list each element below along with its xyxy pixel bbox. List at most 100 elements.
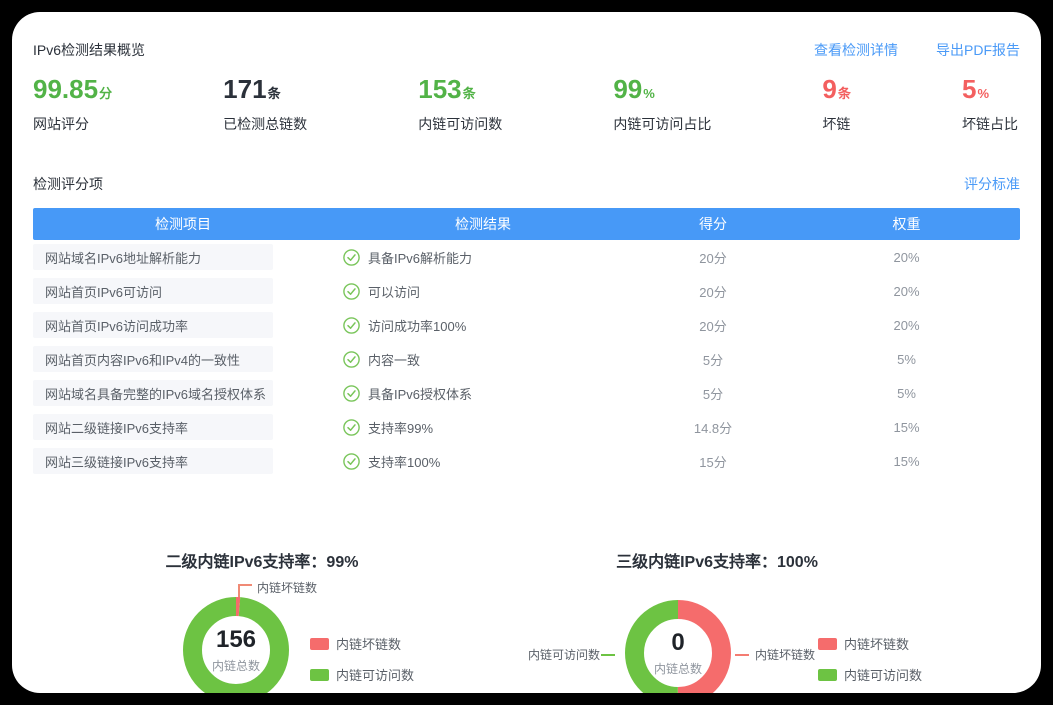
- cell-weight: 5%: [793, 352, 1020, 367]
- col-header-score: 得分: [633, 214, 793, 234]
- legend-swatch-red: [818, 638, 837, 650]
- stat-value: 153: [418, 74, 461, 104]
- legend-item-ok[interactable]: 内链可访问数: [310, 665, 414, 684]
- table-row: 网站域名具备完整的IPv6域名授权体系 具备IPv6授权体系5分5%: [33, 376, 1020, 410]
- stat-bad-ratio: 5% 坏链占比: [962, 74, 1018, 134]
- stat-unit: 分: [99, 86, 112, 101]
- chart-title-level2: 二级内链IPv6支持率：99%: [122, 548, 402, 572]
- cell-score: 5分: [633, 384, 793, 403]
- legend-level3: 内链坏链数 内链可访问数: [818, 634, 922, 684]
- scoring-standard-link[interactable]: 评分标准: [964, 174, 1020, 194]
- legend-label: 内链坏链数: [336, 634, 401, 653]
- check-circle-icon: [343, 249, 360, 266]
- legend-item-bad[interactable]: 内链坏链数: [818, 634, 922, 653]
- cell-item: 网站域名IPv6地址解析能力: [33, 244, 273, 270]
- cell-weight: 15%: [793, 454, 1020, 469]
- legend-swatch-green: [818, 669, 837, 681]
- legend-item-bad[interactable]: 内链坏链数: [310, 634, 414, 653]
- legend-label: 内链可访问数: [336, 665, 414, 684]
- stat-bad-links: 9条 坏链: [822, 74, 850, 134]
- check-circle-icon: [343, 317, 360, 334]
- cell-score: 15分: [633, 452, 793, 471]
- charts-area: 二级内链IPv6支持率：99% 内链坏链数 156 内链总数 内链可访问数 内链…: [33, 478, 1020, 693]
- table-row: 网站三级链接IPv6支持率 支持率100% 15分15%: [33, 444, 1020, 478]
- cell-item: 网站域名具备完整的IPv6域名授权体系: [33, 380, 273, 406]
- stat-label: 网站评分: [33, 114, 112, 134]
- cell-weight: 15%: [793, 420, 1020, 435]
- cell-result: 具备IPv6解析能力: [333, 248, 633, 267]
- stat-unit: %: [977, 86, 989, 101]
- stats-row: 99.85分 网站评分 171条 已检测总链数 153条 内链可访问数 99% …: [33, 74, 1020, 134]
- report-card: IPv6检测结果概览 查看检测详情 导出PDF报告 99.85分 网站评分 17…: [12, 12, 1041, 693]
- cell-item: 网站首页IPv6可访问: [33, 278, 273, 304]
- scoring-section-header: 检测评分项 评分标准: [33, 174, 1020, 194]
- result-text: 可以访问: [368, 282, 420, 301]
- stat-unit: 条: [463, 86, 476, 101]
- legend-item-ok[interactable]: 内链可访问数: [818, 665, 922, 684]
- stat-label: 坏链: [822, 114, 850, 134]
- cell-item: 网站三级链接IPv6支持率: [33, 448, 273, 474]
- donut-total-value: 0: [671, 629, 684, 657]
- cell-result: 支持率99%: [333, 418, 633, 437]
- legend-level2: 内链坏链数 内链可访问数: [310, 634, 414, 684]
- legend-label: 内链可访问数: [844, 665, 922, 684]
- donut-total-value: 156: [216, 626, 256, 654]
- export-pdf-link[interactable]: 导出PDF报告: [936, 40, 1020, 60]
- scoring-section-title: 检测评分项: [33, 174, 103, 194]
- cell-score: 20分: [633, 316, 793, 335]
- callout-line-bad: [735, 654, 749, 656]
- col-header-result: 检测结果: [333, 214, 633, 234]
- cell-score: 14.8分: [633, 418, 793, 437]
- cell-result: 支持率100%: [333, 452, 633, 471]
- table-row: 网站首页IPv6访问成功率 访问成功率100% 20分20%: [33, 308, 1020, 342]
- cell-item: 网站首页IPv6访问成功率: [33, 312, 273, 338]
- cell-item: 网站首页内容IPv6和IPv4的一致性: [33, 346, 273, 372]
- table-row: 网站二级链接IPv6支持率支持率99%14.8分15%: [33, 410, 1020, 444]
- stat-value: 99.85: [33, 74, 98, 104]
- check-circle-icon: [343, 419, 360, 436]
- stat-value: 5: [962, 74, 976, 104]
- result-text: 访问成功率100%: [368, 316, 466, 335]
- donut-total-label: 内链总数: [212, 657, 260, 674]
- col-header-item: 检测项目: [33, 214, 333, 234]
- donut-center-level2: 156 内链总数: [180, 594, 292, 693]
- cell-score: 20分: [633, 248, 793, 267]
- table-row: 网站首页内容IPv6和IPv4的一致性 内容一致 5分5%: [33, 342, 1020, 376]
- legend-swatch-red: [310, 638, 329, 650]
- cell-result: 具备IPv6授权体系: [333, 384, 633, 403]
- legend-swatch-green: [310, 669, 329, 681]
- stat-label: 内链可访问数: [418, 114, 502, 134]
- stat-site-score: 99.85分 网站评分: [33, 74, 112, 134]
- cell-weight: 20%: [793, 250, 1020, 265]
- check-circle-icon: [343, 351, 360, 368]
- stat-label: 已检测总链数: [223, 114, 307, 134]
- result-text: 支持率100%: [368, 452, 440, 471]
- donut-center-level3: 0 内链总数: [622, 597, 734, 693]
- callout-label-bad: 内链坏链数: [755, 646, 815, 663]
- result-text: 内容一致: [368, 350, 420, 369]
- stat-value: 9: [822, 74, 836, 104]
- cell-weight: 5%: [793, 386, 1020, 401]
- table-body: 网站域名IPv6地址解析能力具备IPv6解析能力20分20%网站首页IPv6可访…: [33, 240, 1020, 478]
- table-header: 检测项目 检测结果 得分 权重: [33, 208, 1020, 240]
- cell-weight: 20%: [793, 318, 1020, 333]
- stat-value: 99: [613, 74, 642, 104]
- cell-score: 5分: [633, 350, 793, 369]
- result-text: 支持率99%: [368, 418, 433, 437]
- view-detail-link[interactable]: 查看检测详情: [814, 40, 898, 60]
- check-circle-icon: [343, 453, 360, 470]
- callout-line-ok: [601, 654, 615, 656]
- callout-label-ok: 内链可访问数: [528, 646, 600, 663]
- stat-unit: 条: [268, 86, 281, 101]
- result-text: 具备IPv6解析能力: [368, 248, 472, 267]
- cell-weight: 20%: [793, 284, 1020, 299]
- col-header-weight: 权重: [793, 214, 1020, 234]
- check-circle-icon: [343, 385, 360, 402]
- scoring-table: 检测项目 检测结果 得分 权重 网站域名IPv6地址解析能力 具备IPv6解析能力…: [33, 208, 1020, 478]
- stat-accessible-links: 153条 内链可访问数: [418, 74, 502, 134]
- legend-label: 内链坏链数: [844, 634, 909, 653]
- table-row: 网站域名IPv6地址解析能力 具备IPv6解析能力 20分20%: [33, 240, 1020, 274]
- stat-unit: 条: [838, 86, 851, 101]
- stat-label: 坏链占比: [962, 114, 1018, 134]
- cell-result: 可以访问: [333, 282, 633, 301]
